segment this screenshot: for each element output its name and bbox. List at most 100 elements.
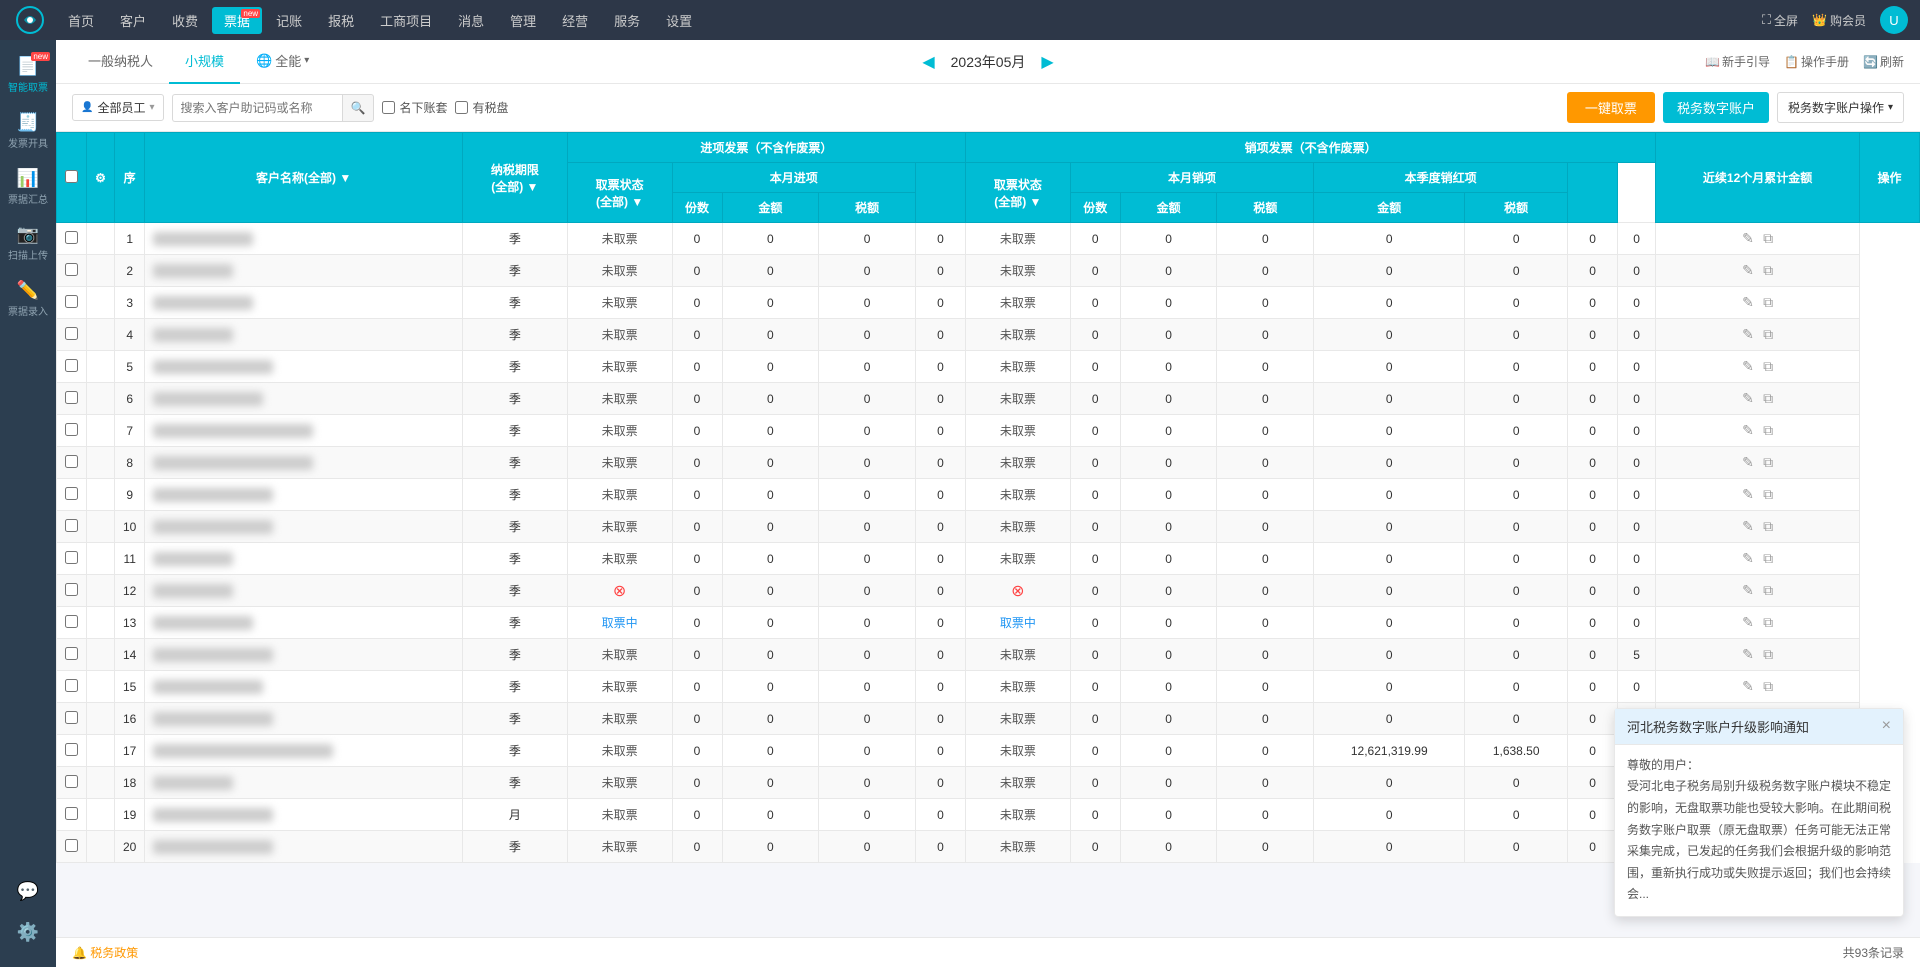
cell-checkbox[interactable] <box>57 351 87 383</box>
copy-btn[interactable]: ⧉ <box>1760 580 1776 601</box>
refresh-link[interactable]: 🔄刷新 <box>1863 53 1904 70</box>
nav-item-home[interactable]: 首页 <box>56 7 106 34</box>
sidebar-item-invoice-open[interactable]: 🧾 发票开具 <box>2 104 54 158</box>
cell-checkbox[interactable] <box>57 287 87 319</box>
copy-btn[interactable]: ⧉ <box>1760 676 1776 697</box>
cell-checkbox[interactable] <box>57 671 87 703</box>
row-checkbox[interactable] <box>65 423 78 436</box>
edit-btn[interactable]: ✎ <box>1739 484 1757 505</box>
cell-in-status[interactable]: 未取票 <box>567 831 672 863</box>
sidebar-item-smart-ticket[interactable]: 📄 智能取票 new <box>2 48 54 102</box>
sidebar-item-ticket-summary[interactable]: 📊 票据汇总 <box>2 160 54 214</box>
cell-checkbox[interactable] <box>57 415 87 447</box>
cell-name[interactable] <box>145 799 463 831</box>
search-button[interactable]: 🔍 <box>342 94 375 122</box>
row-checkbox[interactable] <box>65 775 78 788</box>
row-checkbox[interactable] <box>65 743 78 756</box>
cell-name[interactable] <box>145 383 463 415</box>
cell-name[interactable] <box>145 831 463 863</box>
cell-in-status[interactable]: 未取票 <box>567 351 672 383</box>
cell-name[interactable] <box>145 671 463 703</box>
cell-out-status[interactable]: 未取票 <box>965 479 1070 511</box>
edit-btn[interactable]: ✎ <box>1739 292 1757 313</box>
edit-btn[interactable]: ✎ <box>1739 580 1757 601</box>
copy-btn[interactable]: ⧉ <box>1760 548 1776 569</box>
sidebar-item-config[interactable]: ⚙️ <box>2 914 54 951</box>
copy-btn[interactable]: ⧉ <box>1760 484 1776 505</box>
cell-in-status[interactable]: 未取票 <box>567 767 672 799</box>
prev-month-btn[interactable]: ◀ <box>918 52 938 72</box>
cell-in-status[interactable]: 未取票 <box>567 287 672 319</box>
cell-name[interactable] <box>145 319 463 351</box>
cell-name[interactable] <box>145 703 463 735</box>
one-click-ticket-btn[interactable]: 一键取票 <box>1567 92 1655 123</box>
cell-checkbox[interactable] <box>57 543 87 575</box>
nav-item-settings[interactable]: 设置 <box>654 7 704 34</box>
copy-btn[interactable]: ⧉ <box>1760 292 1776 313</box>
nav-item-operations[interactable]: 经营 <box>550 7 600 34</box>
cell-checkbox[interactable] <box>57 575 87 607</box>
cell-checkbox[interactable] <box>57 447 87 479</box>
cell-name[interactable] <box>145 639 463 671</box>
cell-in-status[interactable]: 未取票 <box>567 479 672 511</box>
row-checkbox[interactable] <box>65 231 78 244</box>
cell-name[interactable] <box>145 735 463 767</box>
cell-checkbox[interactable] <box>57 735 87 767</box>
cell-out-status[interactable]: 未取票 <box>965 767 1070 799</box>
search-input[interactable] <box>172 94 342 122</box>
cell-in-status[interactable]: 未取票 <box>567 223 672 255</box>
cell-checkbox[interactable] <box>57 831 87 863</box>
edit-btn[interactable]: ✎ <box>1739 516 1757 537</box>
cell-out-status[interactable]: 未取票 <box>965 319 1070 351</box>
cell-checkbox[interactable] <box>57 511 87 543</box>
cell-checkbox[interactable] <box>57 799 87 831</box>
cell-in-status[interactable]: 取票中 <box>567 607 672 639</box>
edit-btn[interactable]: ✎ <box>1739 612 1757 633</box>
sidebar-item-scan-upload[interactable]: 📷 扫描上传 <box>2 216 54 270</box>
cell-name[interactable] <box>145 415 463 447</box>
tax-policy-link[interactable]: 🔔 税务政策 <box>72 944 138 961</box>
cell-name[interactable] <box>145 351 463 383</box>
cell-in-status[interactable]: 未取票 <box>567 703 672 735</box>
nav-item-bookkeeping[interactable]: 记账 <box>264 7 314 34</box>
th-tax-period[interactable]: 纳税期限(全部) ▼ <box>462 133 567 223</box>
cell-out-status[interactable]: 未取票 <box>965 415 1070 447</box>
edit-btn[interactable]: ✎ <box>1739 260 1757 281</box>
cell-in-status[interactable]: 未取票 <box>567 671 672 703</box>
cell-out-status[interactable]: 未取票 <box>965 351 1070 383</box>
cell-in-status[interactable]: 未取票 <box>567 415 672 447</box>
cell-out-status[interactable]: 未取票 <box>965 703 1070 735</box>
row-checkbox[interactable] <box>65 647 78 660</box>
copy-btn[interactable]: ⧉ <box>1760 260 1776 281</box>
row-checkbox[interactable] <box>65 711 78 724</box>
th-in-ticket-status[interactable]: 取票状态(全部) ▼ <box>567 163 672 223</box>
cell-in-status[interactable]: 未取票 <box>567 543 672 575</box>
sidebar-item-ticket-entry[interactable]: ✏️ 票据录入 <box>2 272 54 326</box>
cell-checkbox[interactable] <box>57 703 87 735</box>
row-checkbox[interactable] <box>65 359 78 372</box>
tab-general-taxpayer[interactable]: 一般纳税人 <box>72 40 169 84</box>
cell-out-status[interactable]: 未取票 <box>965 287 1070 319</box>
edit-btn[interactable]: ✎ <box>1739 356 1757 377</box>
copy-btn[interactable]: ⧉ <box>1760 612 1776 633</box>
checkbox-account[interactable]: 名下账套 <box>382 99 447 116</box>
row-checkbox[interactable] <box>65 295 78 308</box>
nav-item-service[interactable]: 服务 <box>602 7 652 34</box>
cell-out-status[interactable]: 未取票 <box>965 223 1070 255</box>
edit-btn[interactable]: ✎ <box>1739 420 1757 441</box>
edit-btn[interactable]: ✎ <box>1739 388 1757 409</box>
copy-btn[interactable]: ⧉ <box>1760 356 1776 377</box>
edit-btn[interactable]: ✎ <box>1739 644 1757 665</box>
sidebar-item-chat[interactable]: 💬 <box>2 873 54 910</box>
cell-checkbox[interactable] <box>57 639 87 671</box>
cell-checkbox[interactable] <box>57 383 87 415</box>
copy-btn[interactable]: ⧉ <box>1760 420 1776 441</box>
settings-icon[interactable]: ⚙ <box>95 171 106 185</box>
cell-out-status[interactable]: 未取票 <box>965 831 1070 863</box>
cell-checkbox[interactable] <box>57 223 87 255</box>
cell-in-status[interactable]: 未取票 <box>567 639 672 671</box>
cell-checkbox[interactable] <box>57 767 87 799</box>
cell-name[interactable] <box>145 607 463 639</box>
cell-name[interactable] <box>145 511 463 543</box>
nav-item-manage[interactable]: 管理 <box>498 7 548 34</box>
